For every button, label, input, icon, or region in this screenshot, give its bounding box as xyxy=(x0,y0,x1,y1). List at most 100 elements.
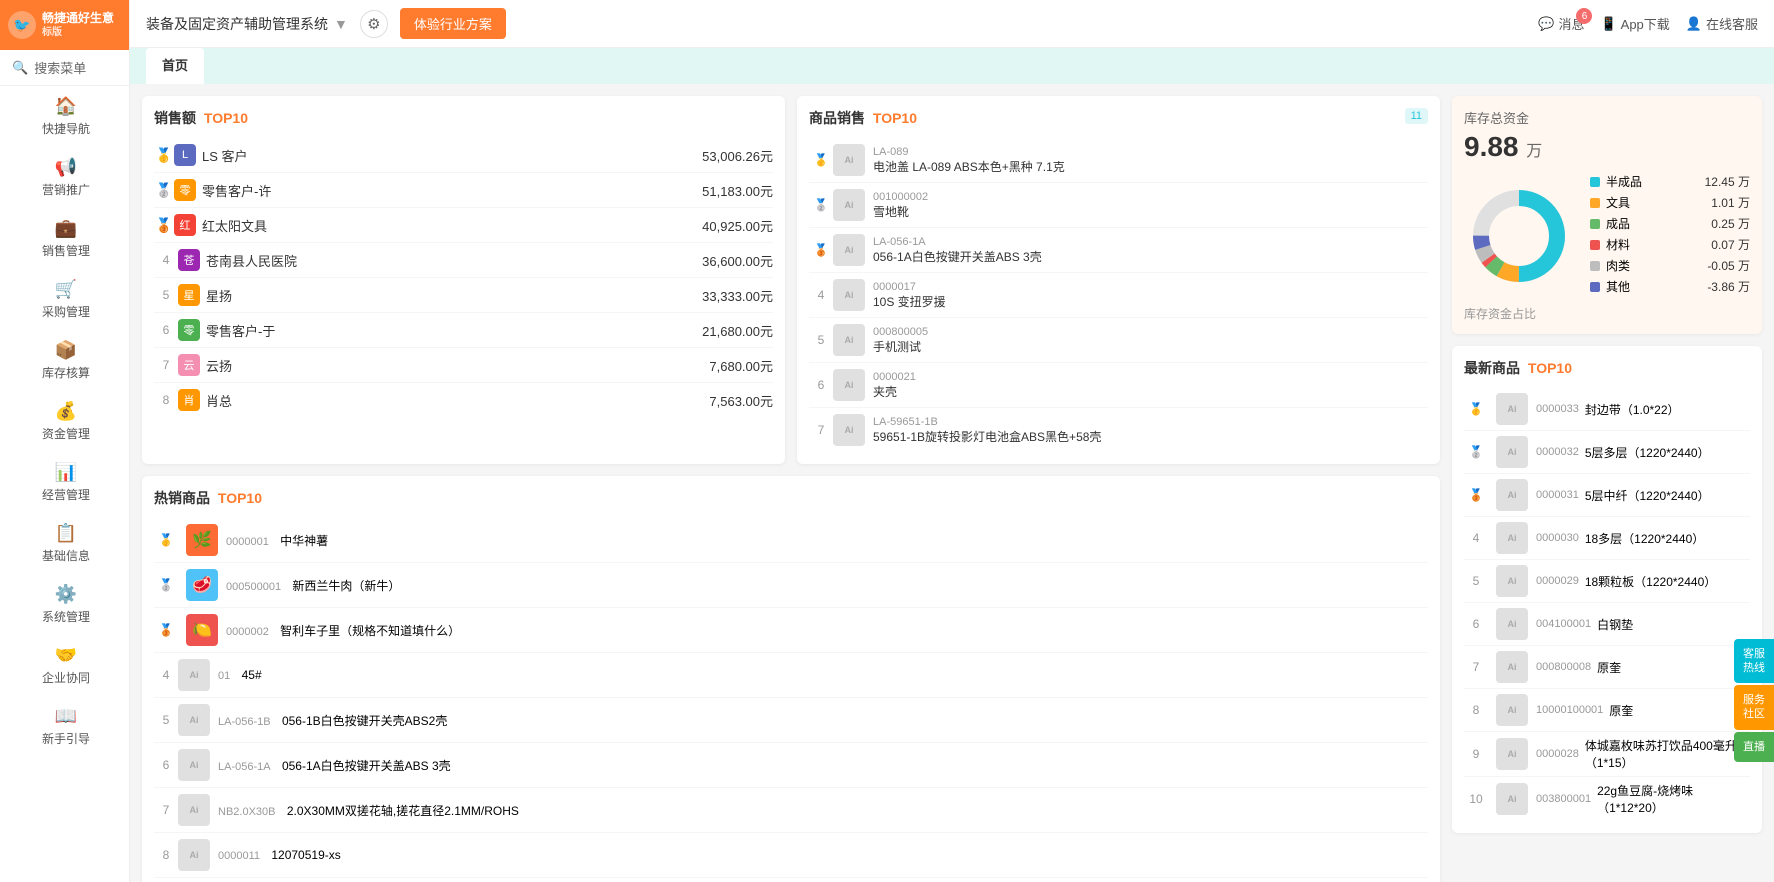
legend-dot-stationery xyxy=(1590,198,1600,208)
legend-dot-semifinished xyxy=(1590,177,1600,187)
sidebar-label-quick: 快捷导航 xyxy=(42,120,90,137)
list-item: 4 Ai 01 45# xyxy=(154,653,1428,698)
legend-item: 其他 -3.86 万 xyxy=(1590,278,1750,295)
product-icon: Ai xyxy=(178,749,210,781)
sidebar-item-business[interactable]: 📊 经营管理 xyxy=(0,452,129,513)
table-row: 5 星 星扬 33,333.00元 xyxy=(154,278,773,313)
product-icon: Ai xyxy=(178,839,210,871)
sidebar-item-marketing[interactable]: 📢 营销推广 xyxy=(0,147,129,208)
settings-button[interactable]: ⚙ xyxy=(360,10,388,38)
product-icon: Ai xyxy=(1496,565,1528,597)
table-row: 4 苍 苍南县人民医院 36,600.00元 xyxy=(154,243,773,278)
inventory-total-value: 9.88 万 xyxy=(1464,131,1750,163)
top-products-sales-title: 商品销售 TOP10 11 xyxy=(809,108,1428,128)
message-icon: 💬 xyxy=(1538,16,1554,32)
float-service: 客服热线 服务社区 直播 xyxy=(1734,639,1774,762)
avatar: 肖 xyxy=(178,389,200,411)
top-customers-card: 销售额 TOP10 🥇 L LS 客户 53,006.26元 🥈 xyxy=(142,96,785,464)
content-area: 销售额 TOP10 🥇 L LS 客户 53,006.26元 🥈 xyxy=(130,84,1774,882)
sidebar-item-sales[interactable]: 💼 销售管理 xyxy=(0,208,129,269)
hot-products-list: 🥇 🌿 0000001 中华神薯 🥈 🥩 000500001 xyxy=(154,518,1428,882)
inventory-icon: 📦 xyxy=(55,340,77,361)
avatar: 红 xyxy=(174,214,196,236)
table-row: 6 Ai 0000021 夹壳 xyxy=(809,363,1428,408)
new-products-list: 🥇 Ai 0000033 封边带（1.0*22） 🥈 Ai 0000032 5层… xyxy=(1464,388,1750,821)
search-menu-item[interactable]: 🔍 搜索菜单 xyxy=(0,50,129,86)
sidebar-item-system[interactable]: ⚙️ 系统管理 xyxy=(0,574,129,635)
sidebar-item-enterprise[interactable]: 🤝 企业协同 xyxy=(0,635,129,696)
topbar-arrow-icon: ▼ xyxy=(334,16,348,32)
product-icon: Ai xyxy=(833,234,865,266)
legend-dot-meat xyxy=(1590,261,1600,271)
sidebar-label-basic: 基础信息 xyxy=(42,547,90,564)
online-service-label: 在线客服 xyxy=(1706,14,1758,33)
legend-item: 材料 0.07 万 xyxy=(1590,236,1750,253)
table-row: 🥇 L LS 客户 53,006.26元 xyxy=(154,138,773,173)
search-icon: 🔍 xyxy=(12,60,28,76)
top-section: 销售额 TOP10 🥇 L LS 客户 53,006.26元 🥈 xyxy=(142,96,1440,464)
legend-item: 肉类 -0.05 万 xyxy=(1590,257,1750,274)
product-icon: Ai xyxy=(1496,393,1528,425)
donut-chart xyxy=(1464,181,1574,291)
tab-home[interactable]: 首页 xyxy=(146,48,204,84)
search-menu-label: 搜索菜单 xyxy=(34,58,86,77)
list-item: 5 Ai 0000029 18颗粒板（1220*2440） xyxy=(1464,560,1750,603)
medal-bronze-icon: 🥉 xyxy=(154,217,174,234)
product-icon: Ai xyxy=(1496,479,1528,511)
list-item: 9 Ai 0000028 体城嘉枚味苏打饮品400毫升（1*15） xyxy=(1464,732,1750,777)
list-item: 🥇 🌿 0000001 中华神薯 xyxy=(154,518,1428,563)
avatar: 零 xyxy=(174,179,196,201)
basic-info-icon: 📋 xyxy=(55,523,77,544)
enterprise-icon: 🤝 xyxy=(55,645,77,666)
topbar-right: 💬 消息 6 📱 App下载 👤 在线客服 xyxy=(1538,14,1758,33)
legend-dot-material xyxy=(1590,240,1600,250)
sidebar-label-finance: 资金管理 xyxy=(42,425,90,442)
avatar: 零 xyxy=(178,319,200,341)
product-icon: Ai xyxy=(1496,694,1528,726)
product-icon: Ai xyxy=(178,704,210,736)
app-download-btn[interactable]: 📱 App下载 xyxy=(1600,14,1669,33)
tabbar: 首页 xyxy=(130,48,1774,84)
product-icon: Ai xyxy=(1496,783,1528,815)
sidebar-item-finance[interactable]: 💰 资金管理 xyxy=(0,391,129,452)
legend-dot-other xyxy=(1590,282,1600,292)
product-icon: Ai xyxy=(1496,436,1528,468)
list-item: 5 Ai LA-056-1B 056-1B白色按键开关壳ABS2壳 xyxy=(154,698,1428,743)
messages-btn[interactable]: 💬 消息 6 xyxy=(1538,14,1584,33)
sidebar-label-business: 经营管理 xyxy=(42,486,90,503)
table-row: 🥈 Ai 001000002 雪地靴 xyxy=(809,183,1428,228)
float-community-btn[interactable]: 服务社区 xyxy=(1734,685,1774,730)
table-row: 4 Ai 0000017 10S 变扭罗援 xyxy=(809,273,1428,318)
sidebar-label-guide: 新手引导 xyxy=(42,730,90,747)
content-scroll: 销售额 TOP10 🥇 L LS 客户 53,006.26元 🥈 xyxy=(130,84,1774,882)
sidebar-item-purchase[interactable]: 🛒 采购管理 xyxy=(0,269,129,330)
avatar: 星 xyxy=(178,284,200,306)
sidebar-logo: 🐦 畅捷通好生意 标版 xyxy=(0,0,129,50)
purchase-icon: 🛒 xyxy=(55,279,77,300)
sidebar-label-purchase: 采购管理 xyxy=(42,303,90,320)
new-products-card: 最新商品 TOP10 🥇 Ai 0000033 封边带（1.0*22） 🥈 Ai xyxy=(1452,346,1762,833)
float-live-btn[interactable]: 直播 xyxy=(1734,732,1774,762)
avatar: 苍 xyxy=(178,249,200,271)
inventory-total-label: 库存总资金 xyxy=(1464,108,1750,127)
sidebar-item-inventory[interactable]: 📦 库存核算 xyxy=(0,330,129,391)
sidebar-item-guide[interactable]: 📖 新手引导 xyxy=(0,696,129,757)
customers-rank-table: 🥇 L LS 客户 53,006.26元 🥈 零 零售客户-许 51,183.0… xyxy=(154,138,773,417)
sidebar-item-basic-info[interactable]: 📋 基础信息 xyxy=(0,513,129,574)
panel-right: 库存总资金 9.88 万 xyxy=(1452,96,1762,870)
hot-products-card: 热销商品 TOP10 🥇 🌿 0000001 中华神薯 xyxy=(142,476,1440,882)
new-products-title: 最新商品 TOP10 xyxy=(1464,358,1750,378)
table-row: 🥈 零 零售客户-许 51,183.00元 xyxy=(154,173,773,208)
product-icon: Ai xyxy=(1496,522,1528,554)
table-row: 🥉 红 红太阳文具 40,925.00元 xyxy=(154,208,773,243)
sidebar-item-quick-nav[interactable]: 🏠 快捷导航 xyxy=(0,86,129,147)
float-hotline-btn[interactable]: 客服热线 xyxy=(1734,639,1774,684)
trial-btn[interactable]: 体验行业方案 xyxy=(400,8,506,39)
list-item: 4 Ai 0000030 18多层（1220*2440） xyxy=(1464,517,1750,560)
product-icon: Ai xyxy=(833,369,865,401)
table-row: 5 Ai 000800005 手机测试 xyxy=(809,318,1428,363)
finance-icon: 💰 xyxy=(55,401,77,422)
list-item: 7 Ai NB2.0X30B 2.0X30MM双搓花轴,搓花直径2.1MM/RO… xyxy=(154,788,1428,833)
main-wrapper: 装备及固定资产辅助管理系统 ▼ ⚙ 体验行业方案 💬 消息 6 📱 App下载 … xyxy=(130,0,1774,882)
online-service-btn[interactable]: 👤 在线客服 xyxy=(1686,14,1758,33)
